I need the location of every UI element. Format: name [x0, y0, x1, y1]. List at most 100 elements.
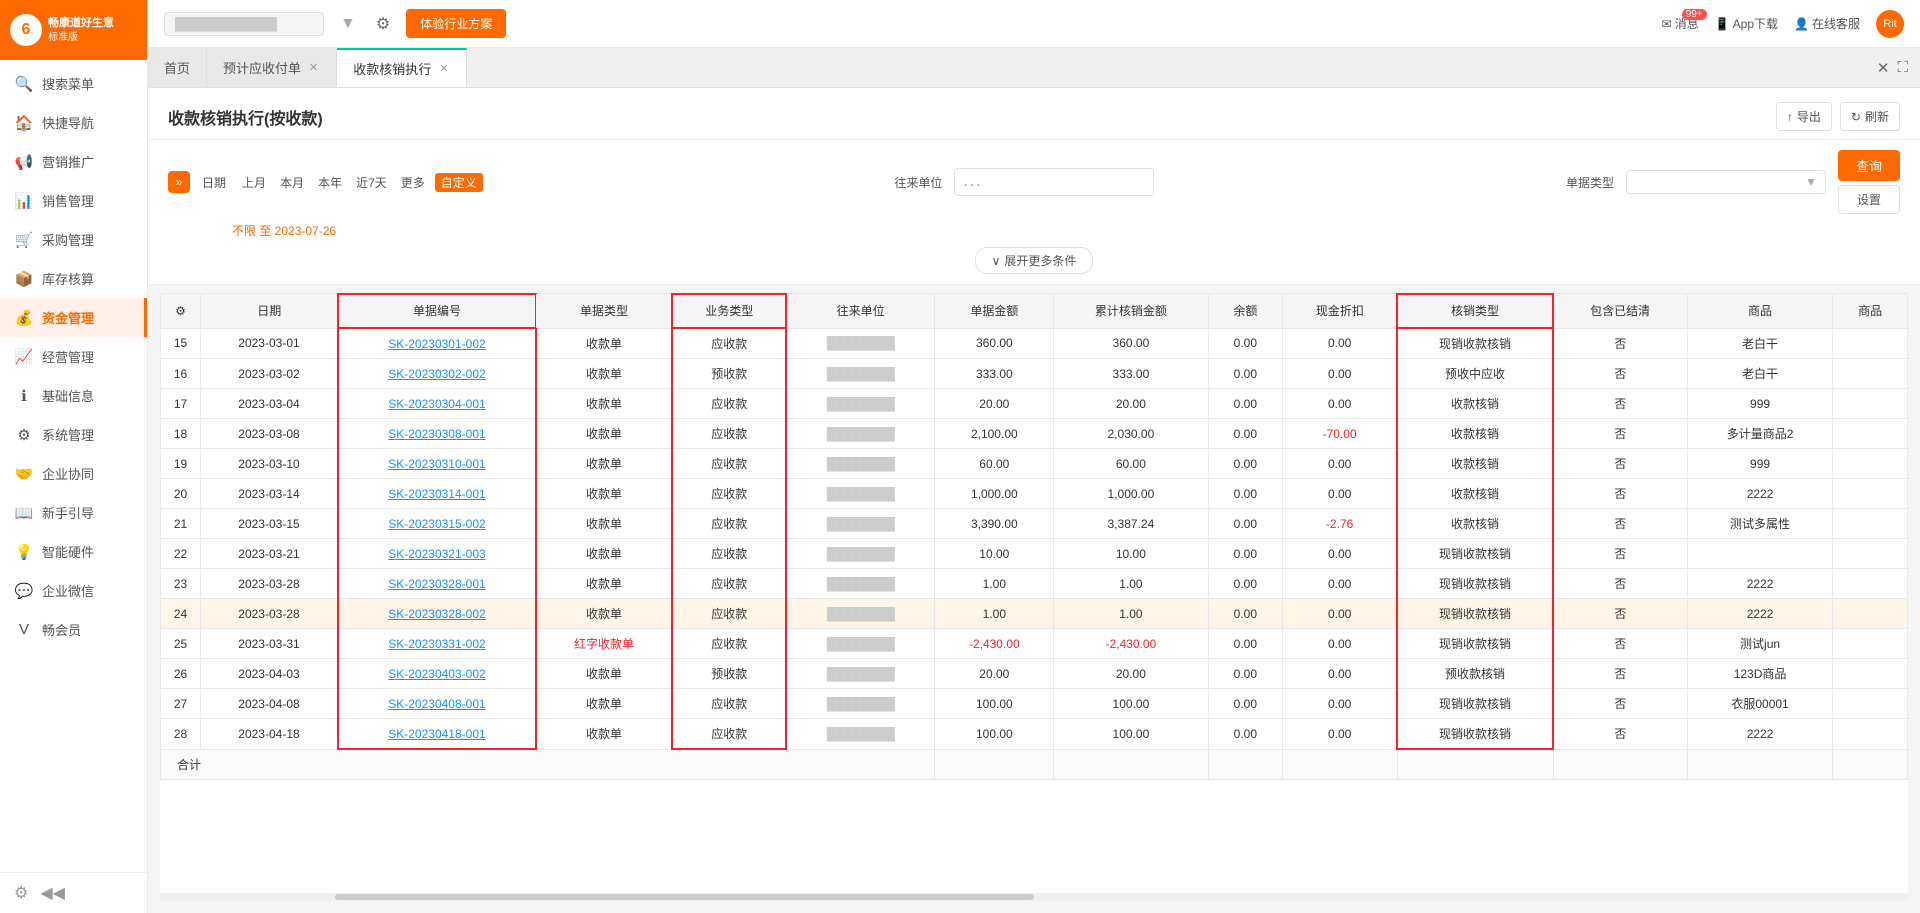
cell-cumulative: 20.00 — [1054, 659, 1208, 689]
sidebar-item-marketing[interactable]: 📢 营销推广 — [0, 142, 147, 181]
export-btn[interactable]: ↑ 导出 — [1776, 102, 1832, 131]
summary-cancel-type — [1397, 749, 1553, 780]
bill-no-link[interactable]: SK-20230304-001 — [388, 397, 485, 411]
settings-bottom-icon[interactable]: ⚙ — [14, 883, 28, 903]
cell-goods2 — [1833, 569, 1908, 599]
sidebar-menu: 🔍 搜索菜单 🏠 快捷导航 📢 营销推广 📊 销售管理 🛒 采购管理 📦 库存核… — [0, 60, 147, 872]
refresh-btn[interactable]: ↻ 刷新 — [1840, 102, 1900, 131]
app-download-btn[interactable]: 📱 App下载 — [1715, 15, 1778, 32]
sidebar-item-guide[interactable]: 📖 新手引导 — [0, 493, 147, 532]
expand-more-btn[interactable]: ∨ 展开更多条件 — [975, 247, 1094, 274]
tab-receivable[interactable]: 预计应收付单 ✕ — [207, 48, 337, 87]
date-prev-month[interactable]: 上月 — [238, 172, 270, 193]
bill-no-link[interactable]: SK-20230321-003 — [388, 547, 485, 561]
bill-no-link[interactable]: SK-20230328-001 — [388, 577, 485, 591]
cell-balance: 0.00 — [1208, 569, 1283, 599]
sidebar-item-search[interactable]: 🔍 搜索菜单 — [0, 64, 147, 103]
bill-no-link[interactable]: SK-20230328-002 — [388, 607, 485, 621]
sidebar-item-collab[interactable]: 🤝 企业协同 — [0, 454, 147, 493]
bill-no-link[interactable]: SK-20230315-002 — [388, 517, 485, 531]
filter-bar: » 日期 上月 本月 本年 近7天 更多 自定义 往来单位 ... 单据类型 — [148, 140, 1920, 285]
summary-goods — [1687, 749, 1832, 780]
cell-goods2 — [1833, 328, 1908, 359]
online-service-btn[interactable]: 👤 在线客服 — [1794, 15, 1860, 32]
sidebar-item-quicknav[interactable]: 🏠 快捷导航 — [0, 103, 147, 142]
notification-btn[interactable]: ✉ 消息 99+ — [1662, 15, 1699, 32]
bill-no-link[interactable]: SK-20230310-001 — [388, 457, 485, 471]
tab-close-2[interactable]: ✕ — [437, 60, 450, 77]
cell-amount: 3,390.00 — [935, 509, 1054, 539]
cell-cumulative: 1,000.00 — [1054, 479, 1208, 509]
sidebar-item-operations[interactable]: 📈 经营管理 — [0, 337, 147, 376]
tab-payment-cancel[interactable]: 收款核销执行 ✕ — [337, 48, 467, 87]
refresh-icon: ↻ — [1851, 110, 1861, 124]
cell-idx: 16 — [161, 359, 201, 389]
table-row: 20 2023-03-14 SK-20230314-001 收款单 应收款 ██… — [161, 479, 1908, 509]
date-custom[interactable]: 自定义 — [435, 173, 483, 192]
dropdown-icon[interactable]: ▼ — [336, 15, 360, 33]
user-avatar[interactable]: Rit — [1876, 10, 1904, 38]
bill-no-link[interactable]: SK-20230403-002 — [388, 667, 485, 681]
sidebar-item-vip[interactable]: V 畅会员 — [0, 610, 147, 649]
bill-type-select[interactable]: ▼ — [1626, 170, 1826, 194]
cell-cash-discount: -2.76 — [1283, 509, 1397, 539]
close-tab-icon[interactable]: ✕ — [1877, 59, 1890, 77]
filter-expand-btn[interactable]: » — [168, 171, 190, 193]
table-scrollbar[interactable] — [160, 893, 1908, 901]
sidebar-item-sales[interactable]: 📊 销售管理 — [0, 181, 147, 220]
weixin-icon: 💬 — [14, 582, 34, 600]
collapse-icon[interactable]: ◀◀ — [40, 883, 65, 903]
cell-goods: 2222 — [1687, 479, 1832, 509]
cell-include-settled: 否 — [1553, 479, 1687, 509]
cell-cumulative: 1.00 — [1054, 599, 1208, 629]
cell-cumulative: 3,387.24 — [1054, 509, 1208, 539]
bill-no-link[interactable]: SK-20230301-002 — [388, 337, 485, 351]
partner-select[interactable]: ... — [954, 168, 1154, 196]
cell-bill-type: 收款单 — [536, 539, 672, 569]
cell-idx: 23 — [161, 569, 201, 599]
bill-no-link[interactable]: SK-20230418-001 — [388, 727, 485, 741]
page-header: 收款核销执行(按收款) ↑ 导出 ↻ 刷新 — [148, 88, 1920, 140]
date-more[interactable]: 更多 — [397, 172, 429, 193]
query-btn[interactable]: 查询 — [1838, 150, 1900, 181]
table-wrapper[interactable]: ⚙ 日期 单据编号 单据类型 业务类型 往来单位 单据金额 累计核销金额 余额 … — [160, 293, 1908, 893]
maximize-icon[interactable]: ⛶ — [1897, 59, 1908, 76]
cell-cancel-type: 现销收款核销 — [1397, 328, 1553, 359]
tab-close-1[interactable]: ✕ — [307, 59, 320, 76]
bill-no-link[interactable]: SK-20230314-001 — [388, 487, 485, 501]
filter-settings-btn[interactable]: 设置 — [1838, 185, 1900, 214]
bill-no-link[interactable]: SK-20230302-002 — [388, 367, 485, 381]
topbar-settings-icon[interactable]: ⚙ — [372, 10, 394, 38]
sidebar-item-finance[interactable]: 💰 资金管理 — [0, 298, 147, 337]
date-7days[interactable]: 近7天 — [352, 172, 391, 193]
bill-no-link[interactable]: SK-20230408-001 — [388, 697, 485, 711]
table-row: 21 2023-03-15 SK-20230315-002 收款单 应收款 ██… — [161, 509, 1908, 539]
sidebar-item-purchase[interactable]: 🛒 采购管理 — [0, 220, 147, 259]
date-this-year[interactable]: 本年 — [314, 172, 346, 193]
cell-amount: 20.00 — [935, 389, 1054, 419]
cell-balance: 0.00 — [1208, 659, 1283, 689]
sidebar-item-basic[interactable]: ℹ 基础信息 — [0, 376, 147, 415]
date-this-month[interactable]: 本月 — [276, 172, 308, 193]
sidebar: 6 畅康道好生意 标准版 🔍 搜索菜单 🏠 快捷导航 📢 营销推广 📊 销售管理… — [0, 0, 148, 913]
industry-solution-btn[interactable]: 体验行业方案 — [406, 9, 506, 38]
bill-no-link[interactable]: SK-20230331-002 — [388, 637, 485, 651]
cell-cumulative: -2,430.00 — [1054, 629, 1208, 659]
cell-goods2 — [1833, 509, 1908, 539]
table-row: 17 2023-03-04 SK-20230304-001 收款单 应收款 ██… — [161, 389, 1908, 419]
tab-home[interactable]: 首页 — [148, 48, 207, 87]
page-actions: ↑ 导出 ↻ 刷新 — [1776, 102, 1900, 131]
sidebar-item-hardware[interactable]: 💡 智能硬件 — [0, 532, 147, 571]
cell-partner: ████████ — [786, 569, 934, 599]
sidebar-item-weixin[interactable]: 💬 企业微信 — [0, 571, 147, 610]
cell-bill-type: 收款单 — [536, 359, 672, 389]
th-goods: 商品 — [1687, 294, 1832, 329]
scrollbar-thumb[interactable] — [335, 894, 1034, 900]
bill-no-link[interactable]: SK-20230308-001 — [388, 427, 485, 441]
cell-partner: ████████ — [786, 449, 934, 479]
cell-goods: 老白干 — [1687, 359, 1832, 389]
sidebar-item-system[interactable]: ⚙ 系统管理 — [0, 415, 147, 454]
cell-idx: 17 — [161, 389, 201, 419]
filter-more-row: ∨ 展开更多条件 — [168, 247, 1900, 274]
sidebar-item-inventory[interactable]: 📦 库存核算 — [0, 259, 147, 298]
